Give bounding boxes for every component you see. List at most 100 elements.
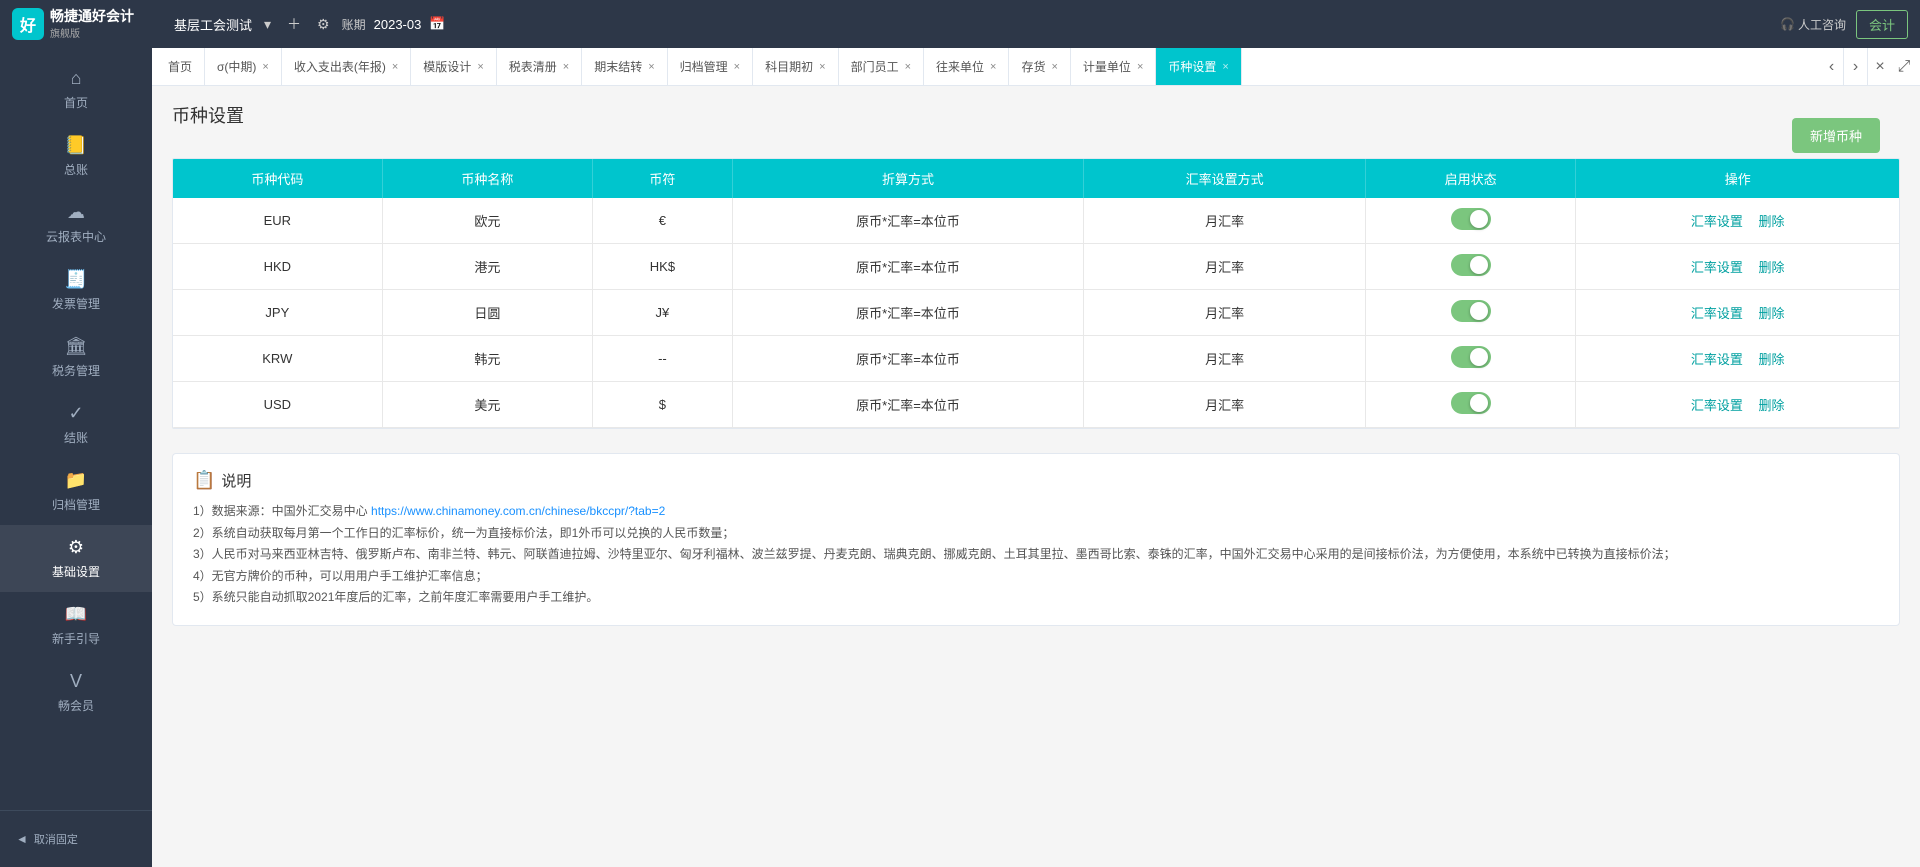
home-icon: ⌂ — [71, 68, 82, 89]
tab-close-clients[interactable]: × — [990, 61, 996, 73]
toggle-2[interactable] — [1451, 300, 1491, 322]
sidebar-item-member[interactable]: V 畅会员 — [0, 659, 152, 726]
settings-icon[interactable]: ⚙ — [313, 14, 334, 35]
col-header-name: 币种名称 — [382, 159, 593, 198]
tab-close-dept[interactable]: × — [905, 61, 911, 73]
tab-close-subjects[interactable]: × — [819, 61, 825, 73]
tab-period-end[interactable]: 期末结转 × — [582, 48, 667, 86]
cell-name-4: 美元 — [382, 382, 593, 428]
toggle-1[interactable] — [1451, 254, 1491, 276]
new-currency-button[interactable]: 新增币种 — [1792, 118, 1880, 153]
tab-close-units[interactable]: × — [1137, 61, 1143, 73]
cell-conversion-4: 原币*汇率=本位币 — [732, 382, 1084, 428]
toggle-0[interactable] — [1451, 208, 1491, 230]
tab-expand-button[interactable]: ⤢ — [1892, 48, 1916, 86]
cell-rate-type-0: 月汇率 — [1084, 198, 1366, 244]
support-button[interactable]: 🎧 人工咨询 — [1780, 16, 1846, 33]
toggle-thumb-1 — [1470, 256, 1488, 274]
sidebar-item-settings[interactable]: ⚙ 基础设置 — [0, 525, 152, 592]
rate-setting-link-2[interactable]: 汇率设置 — [1691, 306, 1743, 321]
col-header-conversion: 折算方式 — [732, 159, 1084, 198]
delete-link-1[interactable]: 删除 — [1759, 260, 1785, 275]
notes-link[interactable]: https://www.chinamoney.com.cn/chinese/bk… — [371, 504, 665, 518]
currency-table-container: 币种代码 币种名称 币符 折算方式 汇率设置方式 启用状态 操作 EUR 欧元 … — [172, 158, 1900, 429]
tab-currency[interactable]: 币种设置 × — [1156, 48, 1241, 86]
cell-conversion-0: 原币*汇率=本位币 — [732, 198, 1084, 244]
delete-link-2[interactable]: 删除 — [1759, 306, 1785, 321]
tab-subjects[interactable]: 科目期初 × — [753, 48, 838, 86]
cell-rate-type-2: 月汇率 — [1084, 290, 1366, 336]
content-header: 币种设置 新增币种 — [172, 102, 1900, 144]
sidebar-label-settings: 基础设置 — [52, 563, 100, 580]
cell-symbol-3: -- — [593, 336, 732, 382]
toggle-thumb-2 — [1470, 302, 1488, 320]
tab-label-units: 计量单位 — [1083, 58, 1131, 75]
tab-archive[interactable]: 归档管理 × — [668, 48, 753, 86]
tab-income[interactable]: 收入支出表(年报) × — [282, 48, 411, 86]
rate-setting-link-4[interactable]: 汇率设置 — [1691, 398, 1743, 413]
sidebar-item-tax[interactable]: 🏛 税务管理 — [0, 324, 152, 391]
tab-label-archive: 归档管理 — [680, 58, 728, 75]
cell-status-2 — [1365, 290, 1576, 336]
dropdown-icon[interactable]: ▾ — [260, 14, 275, 35]
note-item-3: 4）无官方牌价的币种，可以用用户手工维护汇率信息； — [193, 566, 1879, 588]
calendar-icon[interactable]: 📅 — [429, 16, 445, 32]
tab-close-all-button[interactable]: × — [1868, 48, 1892, 86]
tab-prev-button[interactable]: ‹ — [1820, 48, 1844, 86]
rate-setting-link-1[interactable]: 汇率设置 — [1691, 260, 1743, 275]
tab-template[interactable]: 模版设计 × — [411, 48, 496, 86]
account-button[interactable]: 会计 — [1856, 10, 1908, 39]
cell-conversion-1: 原币*汇率=本位币 — [732, 244, 1084, 290]
tab-close-period-end[interactable]: × — [648, 61, 654, 73]
company-name[interactable]: 基层工会测试 — [174, 15, 252, 34]
tab-units[interactable]: 计量单位 × — [1071, 48, 1156, 86]
notes-icon: 📋 — [193, 470, 215, 491]
tab-close-income[interactable]: × — [392, 61, 398, 73]
sidebar-item-ledger[interactable]: 📒 总账 — [0, 123, 152, 190]
sidebar-item-invoice[interactable]: 🧾 发票管理 — [0, 257, 152, 324]
cell-actions-3: 汇率设置 删除 — [1576, 336, 1899, 382]
unpin-button[interactable]: ◄ 取消固定 — [0, 821, 152, 857]
sidebar-item-home[interactable]: ⌂ 首页 — [0, 56, 152, 123]
add-icon[interactable]: ＋ — [283, 12, 305, 36]
tab-close-archive[interactable]: × — [734, 61, 740, 73]
ledger-icon: 📒 — [65, 135, 87, 156]
col-header-rate-type: 汇率设置方式 — [1084, 159, 1366, 198]
toggle-4[interactable] — [1451, 392, 1491, 414]
tab-close-period[interactable]: × — [262, 61, 268, 73]
member-icon: V — [70, 671, 82, 692]
tab-clients[interactable]: 往来单位 × — [924, 48, 1009, 86]
logo-text: 畅捷通好会计 — [50, 8, 134, 25]
tab-close-inventory[interactable]: × — [1051, 61, 1057, 73]
sidebar-item-guide[interactable]: 📖 新手引导 — [0, 592, 152, 659]
tab-dept[interactable]: 部门员工 × — [839, 48, 924, 86]
cell-status-4 — [1365, 382, 1576, 428]
tab-close-tax[interactable]: × — [563, 61, 569, 73]
rate-setting-link-0[interactable]: 汇率设置 — [1691, 214, 1743, 229]
sidebar-label-guide: 新手引导 — [52, 630, 100, 647]
top-header: 好 畅捷通好会计 旗舰版 基层工会测试 ▾ ＋ ⚙ 账期 2023-03 📅 🎧… — [0, 0, 1920, 48]
sidebar-label-archive: 归档管理 — [52, 496, 100, 513]
settlement-icon: ✓ — [68, 403, 83, 424]
table-row: HKD 港元 HK$ 原币*汇率=本位币 月汇率 汇率设置 删除 — [173, 244, 1899, 290]
note-item-1: 2）系统自动获取每月第一个工作日的汇率标价，统一为直接标价法，即1外币可以兑换的… — [193, 523, 1879, 545]
sidebar-item-settlement[interactable]: ✓ 结账 — [0, 391, 152, 458]
tab-tax[interactable]: 税表清册 × — [497, 48, 582, 86]
toggle-3[interactable] — [1451, 346, 1491, 368]
tab-period[interactable]: σ(中期) × — [205, 48, 282, 86]
sidebar-item-reports[interactable]: ☁ 云报表中心 — [0, 190, 152, 257]
delete-link-4[interactable]: 删除 — [1759, 398, 1785, 413]
sidebar-label-settlement: 结账 — [64, 429, 88, 446]
tab-close-template[interactable]: × — [477, 61, 483, 73]
rate-setting-link-3[interactable]: 汇率设置 — [1691, 352, 1743, 367]
tab-home[interactable]: 首页 — [156, 48, 205, 86]
tab-close-currency[interactable]: × — [1222, 61, 1228, 73]
tab-next-button[interactable]: › — [1844, 48, 1868, 86]
tab-inventory[interactable]: 存货 × — [1009, 48, 1070, 86]
cell-symbol-2: J¥ — [593, 290, 732, 336]
delete-link-0[interactable]: 删除 — [1759, 214, 1785, 229]
sidebar-item-archive[interactable]: 📁 归档管理 — [0, 458, 152, 525]
delete-link-3[interactable]: 删除 — [1759, 352, 1785, 367]
tab-label-tax: 税表清册 — [509, 58, 557, 75]
cell-name-2: 日圆 — [382, 290, 593, 336]
